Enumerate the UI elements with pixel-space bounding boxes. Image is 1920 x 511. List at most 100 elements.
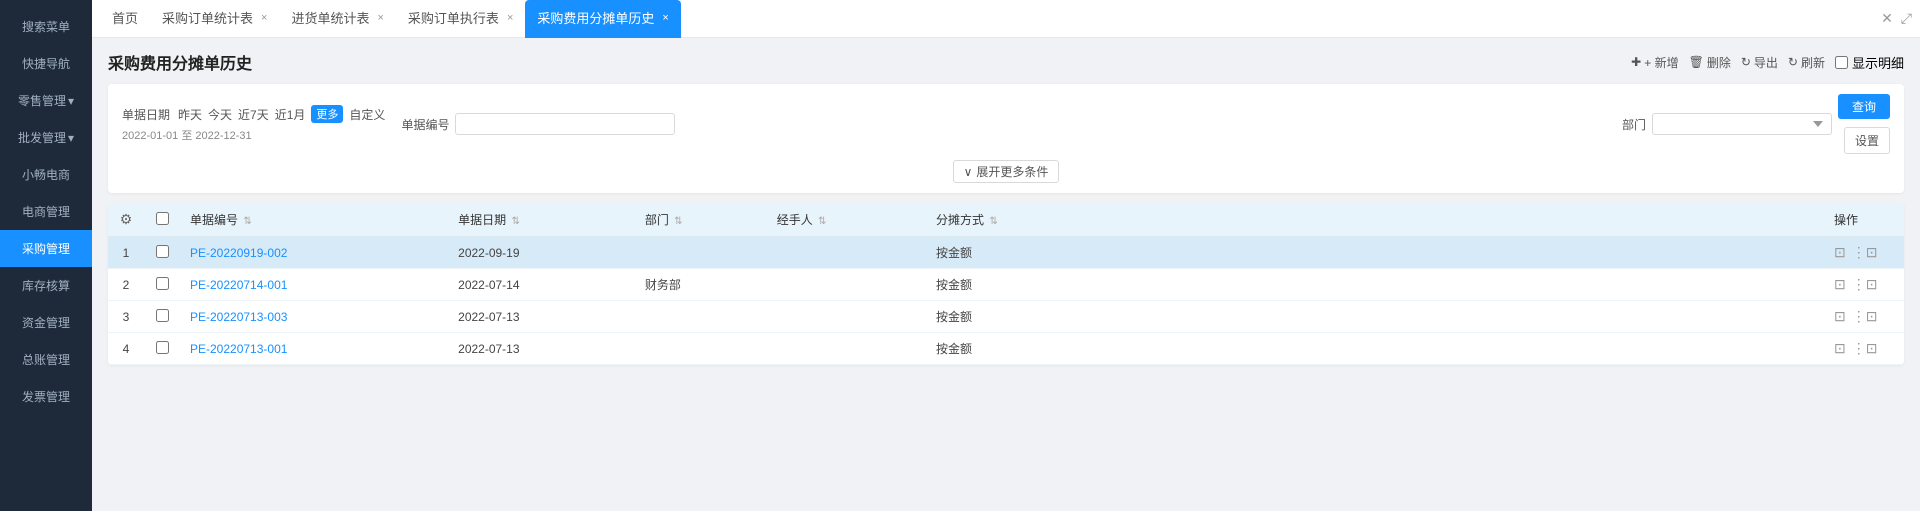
sidebar-item-label: 快捷导航: [4, 55, 88, 72]
date-filter-top: 单据日期 昨天 今天 近7天 近1月 更多 自定义: [122, 105, 385, 123]
sidebar-item-xiaochang[interactable]: 小畅电商: [0, 156, 92, 193]
th-method: 分摊方式 ⇅: [926, 203, 1824, 237]
tab-purchase-exec[interactable]: 采购订单执行表 ×: [396, 0, 525, 38]
row-seq: 3: [108, 301, 144, 333]
row-date: 2022-07-13: [448, 333, 635, 365]
edit-icon[interactable]: ⊡: [1834, 340, 1846, 357]
tab-purchase-cost-history[interactable]: 采购费用分摊单历史 ×: [525, 0, 680, 38]
sidebar-item-retail[interactable]: 零售管理 ▾: [0, 82, 92, 119]
th-doc-no: 单据编号 ⇅: [180, 203, 448, 237]
edit-icon[interactable]: ⊡: [1834, 308, 1846, 325]
dept-select[interactable]: 财务部: [1652, 113, 1832, 135]
sidebar-item-shortcuts[interactable]: 快捷导航: [0, 45, 92, 82]
sidebar-item-label: 资金管理: [4, 314, 88, 331]
filter-row: 单据日期 昨天 今天 近7天 近1月 更多 自定义 2022-01-01 至 2…: [122, 94, 1890, 154]
table-row: 2 PE-20220714-001 2022-07-14 财务部 按金额 ⊡ ⋮…: [108, 269, 1904, 301]
sidebar-item-finance[interactable]: 资金管理: [0, 304, 92, 341]
sidebar-item-ecommerce[interactable]: 电商管理: [0, 193, 92, 230]
shortcut-today[interactable]: 今天: [208, 106, 232, 123]
row-dept: [635, 333, 767, 365]
row-handler: [767, 333, 926, 365]
sort-icon-dept[interactable]: ⇅: [674, 216, 682, 227]
table-row: 3 PE-20220713-003 2022-07-13 按金额 ⊡ ⋮⊡: [108, 301, 1904, 333]
select-all-checkbox[interactable]: [156, 212, 169, 225]
sort-icon-date[interactable]: ⇅: [512, 216, 520, 227]
sidebar-item-wholesale[interactable]: 批发管理 ▾: [0, 119, 92, 156]
shortcut-more[interactable]: 更多: [311, 105, 343, 123]
row-date: 2022-07-13: [448, 301, 635, 333]
shortcut-yesterday[interactable]: 昨天: [178, 106, 202, 123]
sidebar-item-label: 库存核算: [4, 277, 88, 294]
export-button[interactable]: ↻ 导出: [1741, 54, 1778, 71]
delete-button[interactable]: 🗑 删除: [1689, 54, 1731, 71]
more-icon[interactable]: ⋮⊡: [1852, 308, 1878, 325]
doc-no-filter: 单据编号: [401, 113, 675, 135]
sidebar-item-label: 零售管理: [18, 92, 66, 109]
th-checkbox: [144, 203, 180, 237]
sidebar-item-purchase[interactable]: 采购管理: [0, 230, 92, 267]
tab-close-icon[interactable]: ×: [261, 12, 267, 24]
row-seq: 2: [108, 269, 144, 301]
tab-close-icon[interactable]: ×: [662, 12, 668, 24]
add-label: + 新增: [1644, 54, 1678, 71]
sort-icon-method[interactable]: ⇅: [989, 216, 997, 227]
settings-button[interactable]: 设置: [1844, 127, 1890, 154]
row-select-checkbox[interactable]: [156, 341, 169, 354]
column-settings-icon[interactable]: ⚙: [120, 211, 133, 227]
tab-close-icon[interactable]: ×: [507, 12, 513, 24]
refresh-button[interactable]: ↻ 刷新: [1788, 54, 1825, 71]
sidebar-item-inventory[interactable]: 库存核算: [0, 267, 92, 304]
doc-no-link[interactable]: PE-20220714-001: [190, 278, 287, 292]
page-actions: ✚ + 新增 🗑 删除 ↻ 导出 ↻ 刷新 显示明细: [1631, 53, 1904, 72]
sidebar-item-label: 发票管理: [4, 388, 88, 405]
row-select-checkbox[interactable]: [156, 245, 169, 258]
doc-no-link[interactable]: PE-20220713-003: [190, 310, 287, 324]
row-handler: [767, 237, 926, 269]
tab-inbound-stats[interactable]: 进货单统计表 ×: [279, 0, 395, 38]
tab-purchase-stats[interactable]: 采购订单统计表 ×: [150, 0, 279, 38]
doc-no-input[interactable]: [455, 113, 675, 135]
close-icon[interactable]: ✕: [1881, 10, 1893, 27]
row-checkbox: [144, 269, 180, 301]
tab-label: 采购订单执行表: [408, 8, 499, 27]
more-icon[interactable]: ⋮⊡: [1852, 244, 1878, 261]
add-button[interactable]: ✚ + 新增: [1631, 54, 1678, 71]
row-select-checkbox[interactable]: [156, 309, 169, 322]
tab-bar: 首页 采购订单统计表 × 进货单统计表 × 采购订单执行表 × 采购费用分摊单历…: [92, 0, 1920, 38]
show-columns-checkbox[interactable]: [1835, 56, 1848, 69]
sidebar: 搜索菜单 快捷导航 零售管理 ▾ 批发管理 ▾ 小畅电商 电商管理 采购管理 库…: [0, 0, 92, 511]
row-checkbox: [144, 333, 180, 365]
expand-button[interactable]: ∨ 展开更多条件: [953, 160, 1060, 183]
sidebar-item-label: 总账管理: [4, 351, 88, 368]
tab-close-icon[interactable]: ×: [377, 12, 383, 24]
tab-home[interactable]: 首页: [100, 0, 150, 38]
query-button[interactable]: 查询: [1838, 94, 1890, 119]
maximize-icon[interactable]: ⤢: [1901, 10, 1912, 27]
page-header: 采购费用分摊单历史 ✚ + 新增 🗑 删除 ↻ 导出 ↻ 刷新: [108, 50, 1904, 74]
row-ops: ⊡ ⋮⊡: [1824, 237, 1904, 269]
sidebar-item-label: 批发管理: [18, 129, 66, 146]
tab-label: 进货单统计表: [291, 8, 369, 27]
th-handler: 经手人 ⇅: [767, 203, 926, 237]
sort-icon-doc-no[interactable]: ⇅: [243, 216, 251, 227]
table-header-row: ⚙ 单据编号 ⇅ 单据日期 ⇅: [108, 203, 1904, 237]
shortcut-1month[interactable]: 近1月: [275, 106, 306, 123]
shortcut-7days[interactable]: 近7天: [238, 106, 269, 123]
shortcut-custom[interactable]: 自定义: [349, 106, 385, 123]
main-content: 首页 采购订单统计表 × 进货单统计表 × 采购订单执行表 × 采购费用分摊单历…: [92, 0, 1920, 511]
sidebar-item-search[interactable]: 搜索菜单: [0, 8, 92, 45]
sidebar-item-invoice[interactable]: 发票管理: [0, 378, 92, 415]
doc-no-link[interactable]: PE-20220919-002: [190, 246, 287, 260]
more-icon[interactable]: ⋮⊡: [1852, 340, 1878, 357]
chevron-down-icon: ▾: [68, 94, 74, 108]
sidebar-item-ledger[interactable]: 总账管理: [0, 341, 92, 378]
edit-icon[interactable]: ⊡: [1834, 276, 1846, 293]
edit-icon[interactable]: ⊡: [1834, 244, 1846, 261]
sort-icon-handler[interactable]: ⇅: [818, 216, 826, 227]
data-table: ⚙ 单据编号 ⇅ 单据日期 ⇅: [108, 203, 1904, 365]
more-icon[interactable]: ⋮⊡: [1852, 276, 1878, 293]
filter-section: 单据日期 昨天 今天 近7天 近1月 更多 自定义 2022-01-01 至 2…: [108, 84, 1904, 193]
row-select-checkbox[interactable]: [156, 277, 169, 290]
trash-icon: 🗑: [1689, 55, 1704, 69]
doc-no-link[interactable]: PE-20220713-001: [190, 342, 287, 356]
